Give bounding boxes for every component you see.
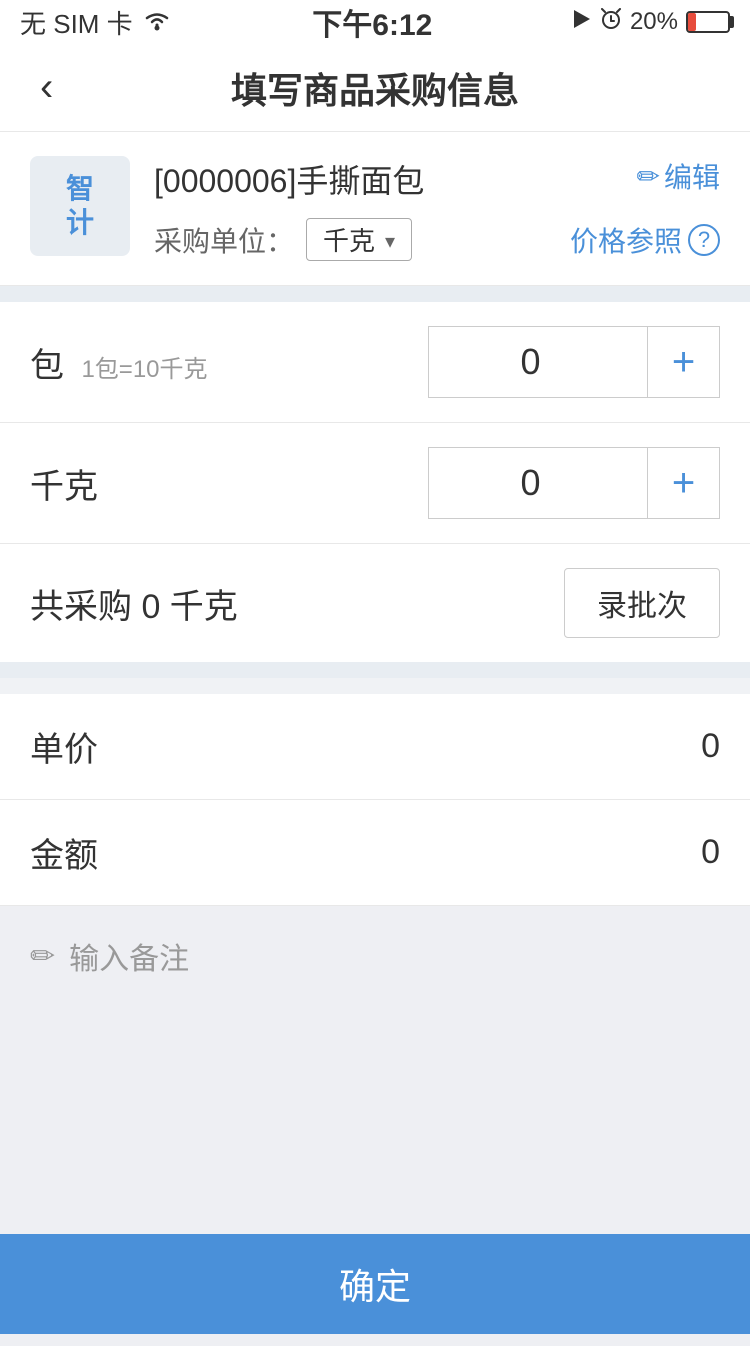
summary-text: 共采购 0 千克 <box>30 579 238 628</box>
input-section: 包 1包=10千克 + 千克 + 共采购 0 千克 录批次 <box>0 302 750 662</box>
section-divider-1 <box>0 286 750 302</box>
product-name: [0000006]手撕面包 <box>154 156 424 202</box>
product-logo: 智 计 <box>66 172 94 239</box>
kg-label: 千克 <box>30 459 428 508</box>
remark-section[interactable]: ✏ 输入备注 <box>0 906 750 1006</box>
edit-pencil-icon: ✏ <box>637 160 660 193</box>
product-thumbnail: 智 计 <box>30 156 130 256</box>
kg-quantity-input[interactable] <box>428 447 648 519</box>
bag-label: 包 1包=10千克 <box>30 338 428 387</box>
bag-plus-button[interactable]: + <box>648 326 720 398</box>
price-ref-button[interactable]: 价格参照 ? <box>570 220 720 260</box>
bag-input-wrapper: + <box>428 326 720 398</box>
bag-sub-label: 1包=10千克 <box>81 356 207 383</box>
product-card: 智 计 [0000006]手撕面包 ✏ 编辑 采购单位： 千克 价格参照 ? <box>0 132 750 286</box>
price-section: 单价 0 金额 0 <box>0 694 750 906</box>
status-right: 20% <box>572 8 730 37</box>
bag-input-row: 包 1包=10千克 + <box>0 302 750 423</box>
kg-plus-button[interactable]: + <box>648 447 720 519</box>
no-sim-text: 无 SIM 卡 <box>20 4 133 41</box>
unit-label: 采购单位： <box>154 220 294 260</box>
kg-input-row: 千克 + <box>0 423 750 544</box>
unit-price-value: 0 <box>701 727 720 766</box>
back-button[interactable]: ‹ <box>30 55 63 120</box>
location-icon <box>572 8 592 37</box>
product-header: [0000006]手撕面包 ✏ 编辑 <box>154 156 720 202</box>
kg-input-wrapper: + <box>428 447 720 519</box>
unit-section: 采购单位： 千克 <box>154 218 412 261</box>
amount-value: 0 <box>701 833 720 872</box>
summary-row: 共采购 0 千克 录批次 <box>0 544 750 662</box>
unit-price-label: 单价 <box>30 722 98 771</box>
section-divider-2 <box>0 662 750 678</box>
status-left: 无 SIM 卡 <box>20 4 173 41</box>
pencil-icon: ✏ <box>30 939 55 974</box>
status-time: 下午6:12 <box>312 0 432 44</box>
product-meta: 采购单位： 千克 价格参照 ? <box>154 218 720 261</box>
page-title: 填写商品采购信息 <box>231 62 519 114</box>
battery-icon <box>686 11 730 33</box>
unit-badge[interactable]: 千克 <box>306 218 412 261</box>
alarm-icon <box>600 8 622 37</box>
wifi-icon <box>141 7 173 38</box>
batch-button[interactable]: 录批次 <box>564 568 720 638</box>
amount-row: 金额 0 <box>0 800 750 906</box>
battery-percentage: 20% <box>630 8 678 36</box>
unit-price-row: 单价 0 <box>0 694 750 800</box>
edit-button[interactable]: ✏ 编辑 <box>637 156 720 196</box>
bag-quantity-input[interactable] <box>428 326 648 398</box>
chevron-down-icon <box>381 224 395 255</box>
help-icon: ? <box>688 224 720 256</box>
confirm-button[interactable]: 确定 <box>0 1234 750 1334</box>
remark-placeholder: 输入备注 <box>69 934 189 978</box>
confirm-label: 确定 <box>339 1258 411 1310</box>
nav-bar: ‹ 填写商品采购信息 <box>0 44 750 132</box>
status-bar: 无 SIM 卡 下午6:12 20% <box>0 0 750 44</box>
product-info: [0000006]手撕面包 ✏ 编辑 采购单位： 千克 价格参照 ? <box>154 156 720 261</box>
amount-label: 金额 <box>30 828 98 877</box>
